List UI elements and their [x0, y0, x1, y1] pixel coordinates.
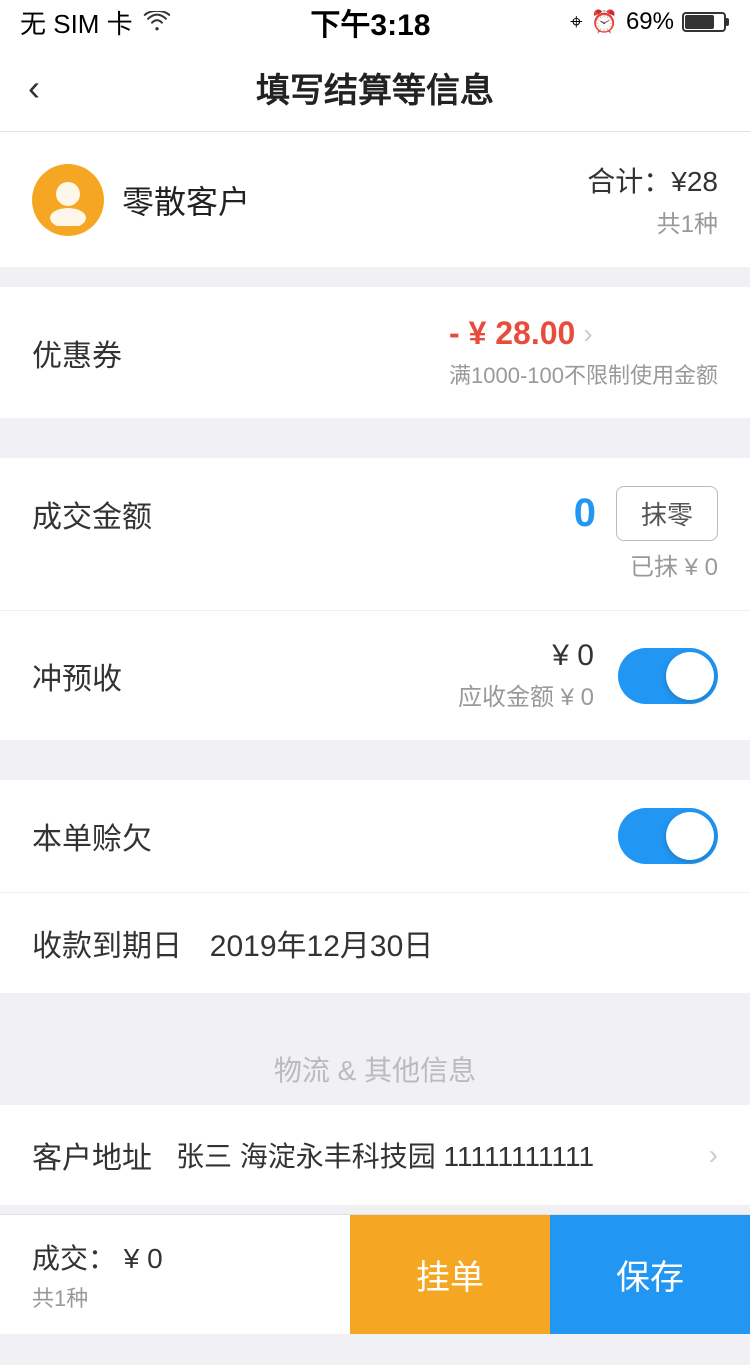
bottom-count: 共1种 — [32, 1281, 318, 1313]
back-button[interactable]: ‹ — [28, 67, 40, 109]
customer-row: 零散客户 合计：¥28 共1种 — [0, 132, 750, 267]
debt-toggle[interactable] — [618, 808, 718, 864]
transaction-card: 成交金额 0 抹零 已抹 ¥ 0 冲预收 ¥ 0 应收金额 ¥ 0 — [0, 458, 750, 740]
trans-row: 成交金额 0 抹零 — [32, 486, 718, 541]
bottom-info: 成交： ¥ 0 共1种 — [0, 1215, 350, 1334]
advance-middle: ¥ 0 应收金额 ¥ 0 — [122, 639, 618, 712]
section-gap-3 — [0, 1013, 750, 1033]
due-date-value: 2019年12月30日 — [210, 930, 433, 963]
advance-value: ¥ 0 — [122, 639, 594, 673]
customer-total: 合计：¥28 — [587, 160, 718, 200]
address-card[interactable]: 客户地址 张三 海淀永丰科技园 11111111111 › — [0, 1105, 750, 1205]
trans-sub: 已抹 ¥ 0 — [32, 547, 718, 582]
coupon-card[interactable]: 优惠券 - ¥ 28.00 › 满1000-100不限制使用金额 — [0, 287, 750, 418]
round-button[interactable]: 抹零 — [616, 486, 718, 541]
nav-bar: ‹ 填写结算等信息 — [0, 44, 750, 132]
bottom-bar: 成交： ¥ 0 共1种 挂单 保存 — [0, 1214, 750, 1334]
page-title: 填写结算等信息 — [256, 63, 494, 112]
section-gap-1 — [0, 438, 750, 458]
bottom-deal: 成交： ¥ 0 — [32, 1237, 318, 1277]
due-date-label: 收款到期日 — [32, 930, 182, 963]
battery-text: 69% — [626, 8, 674, 36]
coupon-label: 优惠券 — [32, 331, 122, 375]
battery-icon — [682, 10, 730, 34]
trans-right: 0 抹零 — [574, 486, 718, 541]
logistics-divider: 物流 & 其他信息 — [0, 1033, 750, 1105]
debt-section: 本单赊欠 — [0, 780, 750, 892]
due-date-section: 收款到期日 2019年12月30日 — [0, 892, 750, 993]
status-bar: 无 SIM 卡 下午3:18 ⌖ ⏰ 69% — [0, 0, 750, 44]
advance-sub: 应收金额 ¥ 0 — [122, 677, 594, 712]
carrier-text: 无 SIM 卡 — [20, 4, 133, 41]
trans-section: 成交金额 0 抹零 已抹 ¥ 0 — [0, 458, 750, 610]
logistics-label: 物流 & 其他信息 — [274, 1049, 476, 1089]
status-right: ⌖ ⏰ 69% — [570, 8, 730, 36]
save-button[interactable]: 保存 — [550, 1215, 750, 1334]
wifi-icon — [143, 7, 171, 38]
advance-toggle[interactable] — [618, 648, 718, 704]
advance-toggle-thumb — [666, 652, 714, 700]
advance-row: 冲预收 ¥ 0 应收金额 ¥ 0 — [0, 610, 750, 740]
coupon-desc: 满1000-100不限制使用金额 — [449, 358, 718, 390]
debt-label: 本单赊欠 — [32, 814, 152, 858]
address-chevron: › — [709, 1139, 718, 1171]
status-time: 下午3:18 — [310, 0, 430, 44]
status-left: 无 SIM 卡 — [20, 4, 171, 41]
address-label: 客户地址 — [32, 1133, 152, 1177]
debt-card: 本单赊欠 收款到期日 2019年12月30日 — [0, 780, 750, 993]
customer-count: 共1种 — [587, 204, 718, 239]
debt-toggle-thumb — [666, 812, 714, 860]
location-icon: ⌖ — [570, 9, 582, 35]
address-value: 张三 海淀永丰科技园 11111111111 — [176, 1135, 709, 1175]
trans-label: 成交金额 — [32, 492, 152, 536]
coupon-right: - ¥ 28.00 › 满1000-100不限制使用金额 — [449, 315, 718, 390]
customer-left: 零散客户 — [32, 164, 250, 236]
customer-card: 零散客户 合计：¥28 共1种 — [0, 132, 750, 267]
address-section[interactable]: 客户地址 张三 海淀永丰科技园 11111111111 › — [0, 1105, 750, 1205]
trans-value: 0 — [574, 491, 596, 536]
coupon-amount: - ¥ 28.00 — [449, 315, 575, 352]
coupon-section[interactable]: 优惠券 - ¥ 28.00 › 满1000-100不限制使用金额 — [0, 287, 750, 418]
avatar — [32, 164, 104, 236]
hang-order-button[interactable]: 挂单 — [350, 1215, 550, 1334]
section-gap-2 — [0, 760, 750, 780]
alarm-icon: ⏰ — [591, 9, 618, 35]
coupon-chevron: › — [583, 318, 592, 350]
advance-label: 冲预收 — [32, 654, 122, 698]
customer-name: 零散客户 — [122, 177, 250, 223]
customer-right: 合计：¥28 共1种 — [587, 160, 718, 239]
